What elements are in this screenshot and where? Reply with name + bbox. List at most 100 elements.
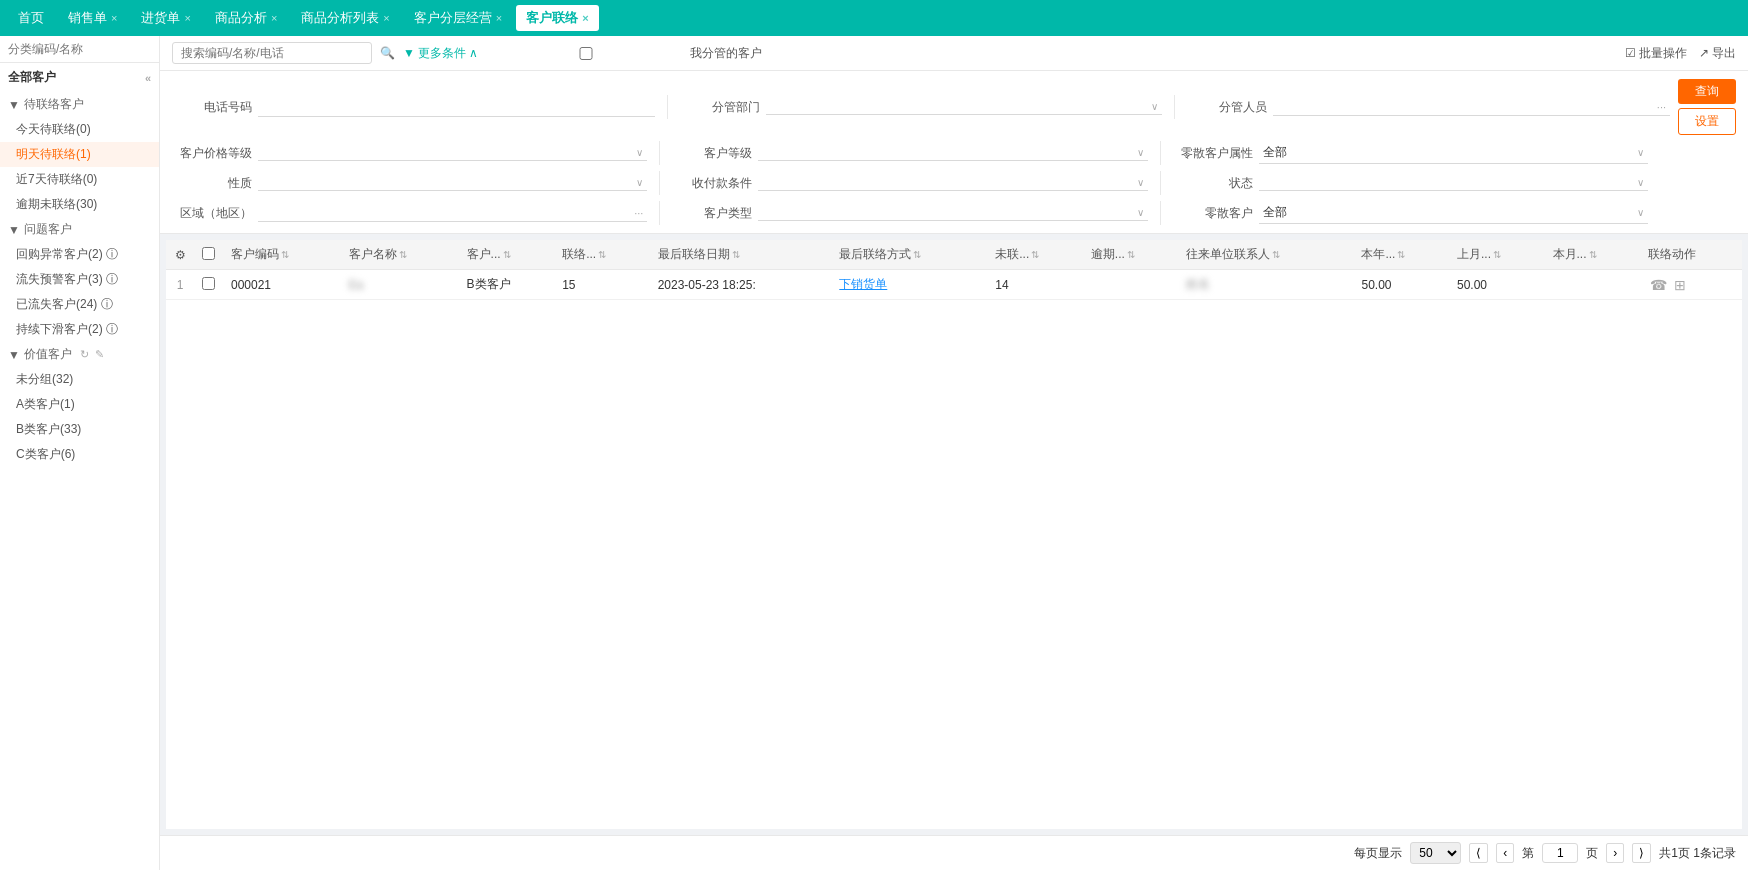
sidebar-item-overdue[interactable]: 逾期未联络(30) [0,192,159,217]
my-customers-checkbox[interactable] [486,47,686,60]
filter-phone-input[interactable] [258,98,655,117]
table-row: 1 000021 Ea B类客户 15 2023-05-23 18:25: 下销… [166,270,1742,300]
filter-price-level-select[interactable]: ∨ [258,145,647,161]
col-gear[interactable]: ⚙ [166,240,194,270]
filter-payment: 收付款条件 ∨ [672,175,1147,192]
filter-price-level-label: 客户价格等级 [172,145,252,162]
filter-status-label: 状态 [1173,175,1253,192]
my-customers-checkbox-label[interactable]: 我分管的客户 [486,45,762,62]
sidebar-item-class-b[interactable]: B类客户(33) [0,417,159,442]
filter-status-select[interactable]: ∨ [1259,175,1648,191]
nav-close-icon[interactable]: × [582,12,588,24]
nav-purchase-order[interactable]: 进货单 × [131,5,200,31]
checkbox-icon: ☑ [1625,46,1636,60]
search-input[interactable] [172,42,372,64]
next-page-btn[interactable]: › [1606,843,1624,863]
all-customers-label: 全部客户 [8,69,56,86]
sidebar-item-loss-warning[interactable]: 流失预警客户(3) ⓘ [0,267,159,292]
nav-customer-contact[interactable]: 客户联络 × [516,5,598,31]
row-customer-name: Ea [341,270,459,300]
page-unit: 页 [1586,845,1598,862]
filter-customer-level-select[interactable]: ∨ [758,145,1147,161]
nav-close-icon[interactable]: × [271,12,277,24]
filter-price-level: 客户价格等级 ∨ [172,145,647,162]
export-btn[interactable]: ↗ 导出 [1699,45,1736,62]
query-button[interactable]: 查询 [1678,79,1736,104]
arrow-icon: ▼ [8,98,20,112]
filter-region: 区域（地区） ··· [172,205,647,222]
nav-sales-order[interactable]: 销售单 × [58,5,127,31]
first-page-btn[interactable]: ⟨ [1469,843,1488,863]
all-customers-header[interactable]: 全部客户 « [0,63,159,92]
more-conditions-btn[interactable]: ▼ 更多条件 ∧ [403,45,478,62]
sidebar-item-class-a[interactable]: A类客户(1) [0,392,159,417]
filter-nature-select[interactable]: ∨ [258,175,647,191]
phone-icon[interactable]: ☎ [1650,277,1667,293]
sidebar-search-input[interactable] [8,42,158,56]
edit-icon[interactable]: ✎ [95,348,104,361]
sidebar-group-pending[interactable]: ▼ 待联络客户 [0,92,159,117]
sidebar-item-ungrouped[interactable]: 未分组(32) [0,367,159,392]
arrow-icon: ▼ [8,223,20,237]
filter-customer-type: 客户类型 ∨ [672,205,1147,222]
per-page-select[interactable]: 50 100 [1410,842,1461,864]
page-number-input[interactable] [1542,843,1578,863]
filter-region-select[interactable]: ··· [258,205,647,222]
sidebar-item-lost[interactable]: 已流失客户(24) ⓘ [0,292,159,317]
caret-icon: ∨ [636,177,643,188]
row-checkbox-cell[interactable] [194,270,223,300]
sidebar-item-tomorrow[interactable]: 明天待联络(1) [0,142,159,167]
batch-action-btn[interactable]: ☑ 批量操作 [1625,45,1687,62]
filter-person: 分管人员 ··· [1187,99,1670,116]
nav-close-icon[interactable]: × [111,12,117,24]
sidebar-item-class-c[interactable]: C类客户(6) [0,442,159,467]
row-checkbox[interactable] [202,277,215,290]
filter-dept-label: 分管部门 [680,99,760,116]
row-num: 1 [166,270,194,300]
filter-dept-select[interactable]: ∨ [766,99,1163,115]
filter-bar: 🔍 ▼ 更多条件 ∧ 我分管的客户 ☑ 批量操作 ↗ 导出 [160,36,1748,71]
grid-icon[interactable]: ⊞ [1674,277,1686,293]
nav-close-icon[interactable]: × [383,12,389,24]
filter-person-select[interactable]: ··· [1273,99,1670,116]
row-company-contact: 姓名 [1178,270,1353,300]
sidebar-group-problem[interactable]: ▼ 问题客户 [0,217,159,242]
row-this-month [1545,270,1641,300]
col-this-month: 本月...⇅ [1545,240,1641,270]
sidebar-item-repurchase-abnormal[interactable]: 回购异常客户(2) ⓘ [0,242,159,267]
filter-nature: 性质 ∨ [172,175,647,192]
sidebar: 🔍 全部客户 « ▼ 待联络客户 今天待联络(0) 明天待联络(1) 近7天待联… [0,36,160,870]
nav-home[interactable]: 首页 [8,5,54,31]
sidebar-item-today[interactable]: 今天待联络(0) [0,117,159,142]
main-layout: 🔍 全部客户 « ▼ 待联络客户 今天待联络(0) 明天待联络(1) 近7天待联… [0,36,1748,870]
filter-payment-select[interactable]: ∨ [758,175,1147,191]
prev-page-btn[interactable]: ‹ [1496,843,1514,863]
nav-customer-layering[interactable]: 客户分层经营 × [404,5,512,31]
nav-product-analysis[interactable]: 商品分析 × [205,5,287,31]
sidebar-group-value[interactable]: ▼ 价值客户 ↻ ✎ [0,342,159,367]
filter-customer-type-select[interactable]: ∨ [758,205,1147,221]
nav-close-icon[interactable]: × [184,12,190,24]
search-btn-icon[interactable]: 🔍 [380,46,395,60]
nav-product-analysis-list[interactable]: 商品分析列表 × [291,5,399,31]
set-button[interactable]: 设置 [1678,108,1736,135]
top-navigation: 首页 销售单 × 进货单 × 商品分析 × 商品分析列表 × 客户分层经营 × … [0,0,1748,36]
select-all-checkbox[interactable] [202,247,215,260]
sidebar-item-declining[interactable]: 持续下滑客户(2) ⓘ [0,317,159,342]
col-checkbox[interactable] [194,240,223,270]
col-contact-count: 联络...⇅ [554,240,650,270]
last-page-btn[interactable]: ⟩ [1632,843,1651,863]
row-action: ☎ ⊞ [1640,270,1742,300]
sidebar-item-7days[interactable]: 近7天待联络(0) [0,167,159,192]
export-icon: ↗ [1699,46,1709,60]
filter-retail-customer-select[interactable]: 全部 ∨ [1259,202,1648,224]
refresh-icon[interactable]: ↻ [80,348,89,361]
table-header-row: ⚙ 客户编码⇅ 客户名称⇅ 客户...⇅ 联络...⇅ 最后联络日期⇅ 最后联络… [166,240,1742,270]
filter-retail-attr-label: 零散客户属性 [1173,145,1253,162]
col-action: 联络动作 [1640,240,1742,270]
row-last-contact-method[interactable]: 下销货单 [831,270,987,300]
nav-close-icon[interactable]: × [496,12,502,24]
filter-retail-attr-select[interactable]: 全部 ∨ [1259,142,1648,164]
caret-icon: ∨ [1137,207,1144,218]
col-this-year: 本年...⇅ [1353,240,1449,270]
